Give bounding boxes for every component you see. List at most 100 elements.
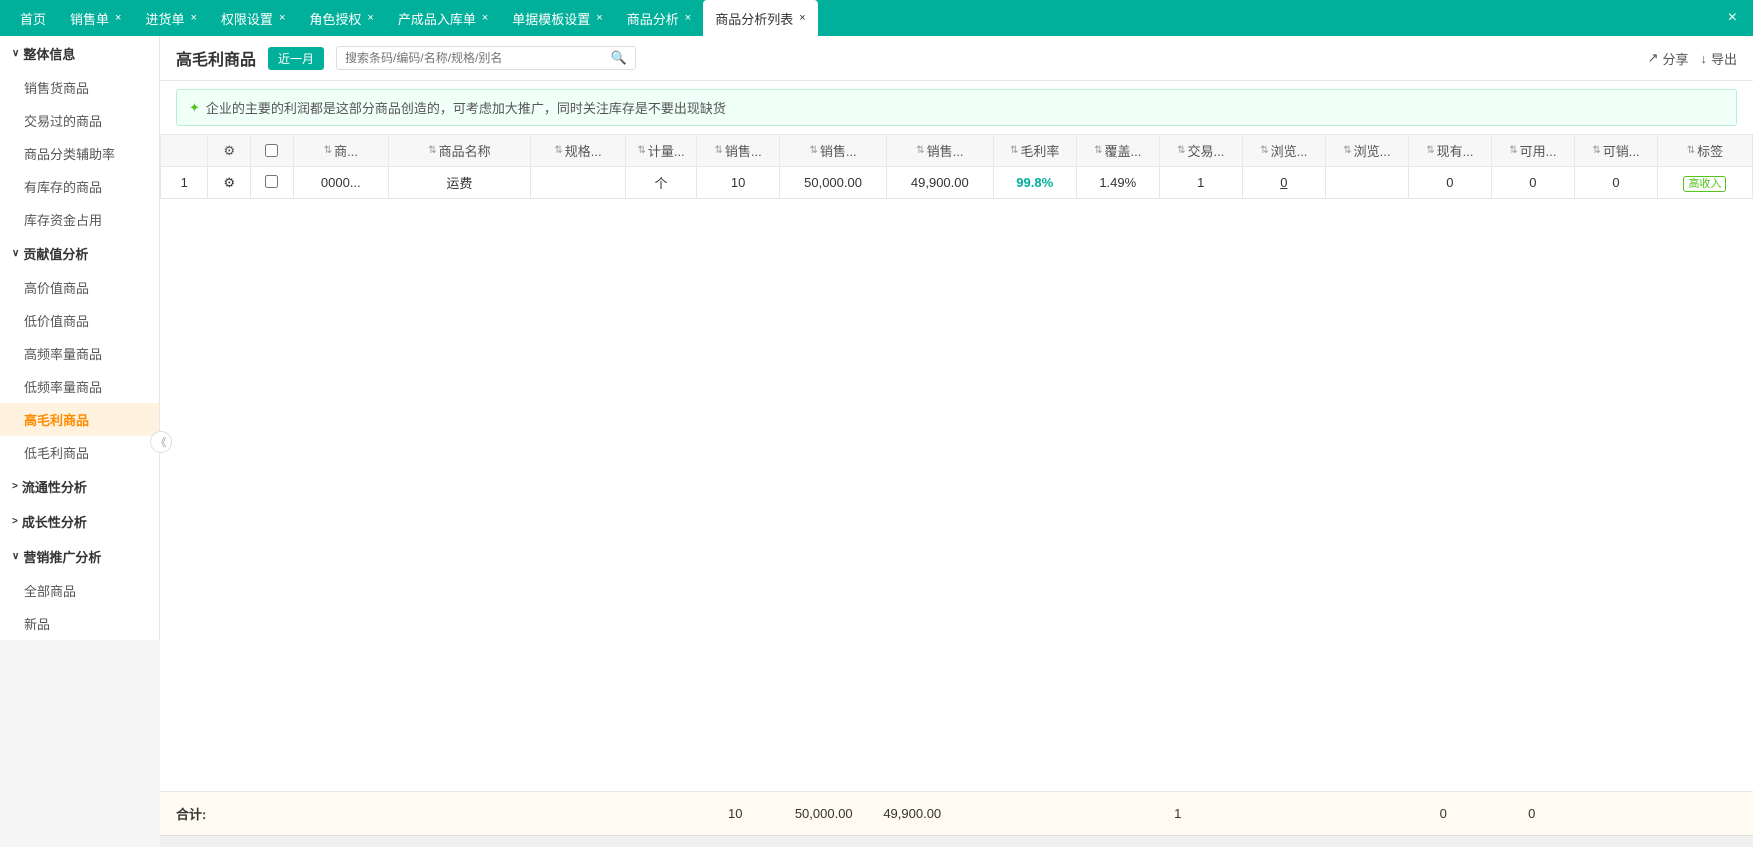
tab-analysis-list[interactable]: 商品分析列表 ×	[703, 0, 817, 36]
col-header-browse2[interactable]: ⇅浏览...	[1325, 135, 1408, 167]
footer-cell-8	[1045, 800, 1134, 827]
sort-icon: ⇅	[1687, 145, 1695, 156]
sidebar-wrapper: ∨整体信息销售货商品交易过的商品商品分类辅助率有库存的商品库存资金占用∨贡献值分…	[0, 36, 160, 847]
close-window-button[interactable]: ×	[1720, 9, 1745, 27]
col-label-name: 商品名称	[439, 141, 491, 160]
tab-label-analysis: 商品分析	[627, 9, 679, 28]
tab-close-roles[interactable]: ×	[367, 12, 373, 24]
tag-badge: 高收入	[1683, 176, 1726, 192]
col-header-unit[interactable]: ⇅计量...	[625, 135, 696, 167]
sidebar-item-traded-goods[interactable]: 交易过的商品	[0, 104, 159, 137]
export-button[interactable]: ↓ 导出	[1700, 49, 1737, 68]
cell-sales_qty: 10	[697, 167, 780, 199]
sidebar-group-wealth[interactable]: ∨贡献值分析	[0, 236, 159, 271]
tab-close-purchase[interactable]: ×	[190, 12, 196, 24]
col-header-coverage[interactable]: ⇅覆盖...	[1076, 135, 1159, 167]
sort-icon: ⇅	[1260, 145, 1268, 156]
tab-close-analysis[interactable]: ×	[685, 12, 691, 24]
sidebar-item-sales-goods[interactable]: 销售货商品	[0, 71, 159, 104]
share-button[interactable]: ↗ 分享	[1648, 49, 1689, 68]
main-area: ∨整体信息销售货商品交易过的商品商品分类辅助率有库存的商品库存资金占用∨贡献值分…	[0, 36, 1753, 847]
tab-close-product-entry[interactable]: ×	[482, 12, 488, 24]
col-header-spec[interactable]: ⇅规格...	[531, 135, 626, 167]
tab-product-entry[interactable]: 产成品入库单 ×	[386, 0, 500, 36]
row-checkbox[interactable]	[265, 175, 278, 188]
sidebar-item-category-aid[interactable]: 商品分类辅助率	[0, 137, 159, 170]
cell-margin_rate: 99.8%	[993, 167, 1076, 199]
select-all-checkbox[interactable]	[265, 144, 278, 157]
col-header-tag[interactable]: ⇅标签	[1657, 135, 1752, 167]
filter-month-button[interactable]: 近一月	[268, 47, 324, 70]
sidebar-item-high-freq[interactable]: 高频率量商品	[0, 337, 159, 370]
sort-icon: ⇅	[715, 145, 723, 156]
tab-roles[interactable]: 角色授权 ×	[297, 0, 385, 36]
sidebar-group-flow[interactable]: >流通性分析	[0, 469, 159, 504]
sort-icon: ⇅	[1343, 145, 1351, 156]
search-icon[interactable]: 🔍	[611, 50, 627, 66]
sidebar-item-high-value[interactable]: 高价值商品	[0, 271, 159, 304]
col-header-browse1[interactable]: ⇅浏览...	[1242, 135, 1325, 167]
col-header-sellable[interactable]: ⇅可销...	[1574, 135, 1657, 167]
footer-cell-12: 0	[1399, 800, 1488, 827]
cell-sellable: 0	[1574, 167, 1657, 199]
col-header-sales_amount[interactable]: ⇅销售...	[780, 135, 887, 167]
tab-home[interactable]: 首页	[8, 0, 58, 36]
sidebar-item-new-goods[interactable]: 新品	[0, 607, 159, 640]
col-label-spec: 规格...	[565, 141, 602, 160]
sidebar-group-marketing[interactable]: ∨营销推广分析	[0, 539, 159, 574]
col-header-current[interactable]: ⇅现有...	[1408, 135, 1491, 167]
tab-close-template[interactable]: ×	[596, 12, 602, 24]
footer-cell-2	[514, 800, 603, 827]
horizontal-scrollbar[interactable]	[160, 835, 1753, 847]
sidebar-item-stock-goods[interactable]: 有库存的商品	[0, 170, 159, 203]
sidebar-group-overall[interactable]: ∨整体信息	[0, 36, 159, 71]
col-header-name[interactable]: ⇅商品名称	[388, 135, 530, 167]
tab-analysis[interactable]: 商品分析 ×	[615, 0, 703, 36]
tab-purchase[interactable]: 进货单 ×	[133, 0, 208, 36]
sidebar-item-low-freq[interactable]: 低频率量商品	[0, 370, 159, 403]
footer-cell-14	[1576, 800, 1665, 827]
browse-link[interactable]: 0	[1280, 175, 1287, 190]
col-header-settings: ⚙	[208, 135, 251, 167]
sidebar-group-growth[interactable]: >成长性分析	[0, 504, 159, 539]
sort-icon: ⇅	[916, 145, 924, 156]
col-label-code: 商...	[334, 141, 358, 160]
settings-icon[interactable]: ⚙	[223, 143, 235, 159]
cell-current: 0	[1408, 167, 1491, 199]
sidebar-collapse-button[interactable]: 《	[150, 431, 172, 453]
col-header-sales_cost[interactable]: ⇅销售...	[886, 135, 993, 167]
sort-icon: ⇅	[1010, 145, 1018, 156]
tab-template[interactable]: 单据模板设置 ×	[500, 0, 614, 36]
sidebar-item-stock-capital[interactable]: 库存资金占用	[0, 203, 159, 236]
footer-cell-0: 合计:	[160, 800, 426, 827]
sidebar-item-high-margin[interactable]: 高毛利商品	[0, 403, 159, 436]
table-wrapper: ⚙⇅商...⇅商品名称⇅规格...⇅计量...⇅销售...⇅销售...⇅销售..…	[160, 134, 1753, 791]
sidebar-item-low-margin[interactable]: 低毛利商品	[0, 436, 159, 469]
sort-icon: ⇅	[809, 145, 817, 156]
footer-cell-5: 50,000.00	[780, 800, 869, 827]
col-header-code[interactable]: ⇅商...	[293, 135, 388, 167]
sidebar-group-label-marketing: 营销推广分析	[23, 547, 101, 566]
footer-table: 合计:1050,000.0049,900.00100	[160, 800, 1753, 827]
col-header-sales_qty[interactable]: ⇅销售...	[697, 135, 780, 167]
tab-permissions[interactable]: 权限设置 ×	[209, 0, 297, 36]
cell-coverage: 1.49%	[1076, 167, 1159, 199]
tab-close-permissions[interactable]: ×	[279, 12, 285, 24]
search-input[interactable]	[345, 51, 607, 65]
cell-sales_cost: 49,900.00	[886, 167, 993, 199]
col-header-margin_rate[interactable]: ⇅毛利率	[993, 135, 1076, 167]
cell-browse2	[1325, 167, 1408, 199]
sidebar-item-low-value[interactable]: 低价值商品	[0, 304, 159, 337]
tab-close-sales[interactable]: ×	[115, 12, 121, 24]
tab-close-analysis-list[interactable]: ×	[799, 12, 805, 24]
table-row: 1⚙0000...运费个1050,000.0049,900.0099.8%1.4…	[161, 167, 1753, 199]
info-banner: ✦ 企业的主要的利润都是这部分商品创造的，可考虑加大推广，同时关注库存是不要出现…	[176, 89, 1737, 126]
footer-cell-7	[957, 800, 1046, 827]
row-settings-icon[interactable]: ⚙	[223, 175, 235, 190]
sidebar-item-all-goods[interactable]: 全部商品	[0, 574, 159, 607]
col-header-trade[interactable]: ⇅交易...	[1159, 135, 1242, 167]
footer-cell-15	[1665, 800, 1753, 827]
col-header-available[interactable]: ⇅可用...	[1491, 135, 1574, 167]
tab-label-roles: 角色授权	[309, 9, 361, 28]
tab-sales[interactable]: 销售单 ×	[58, 0, 133, 36]
